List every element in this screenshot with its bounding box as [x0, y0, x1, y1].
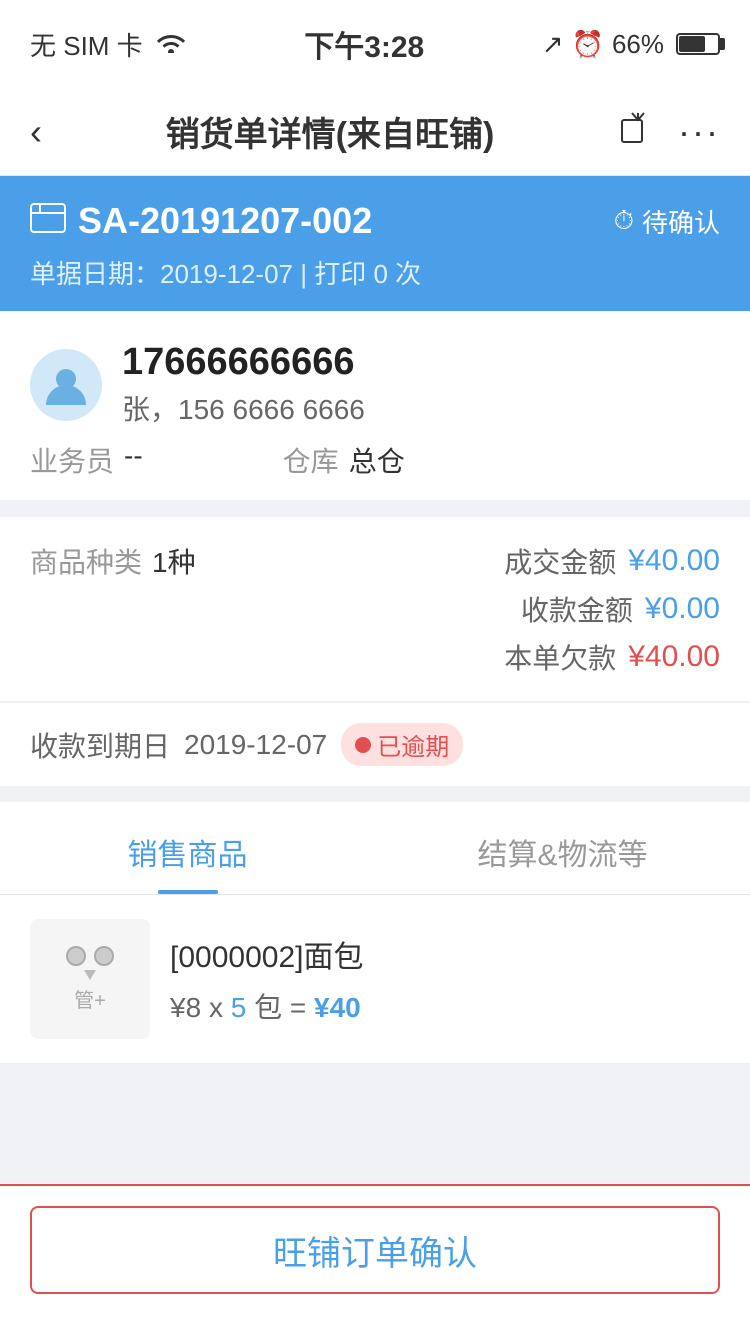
more-icon[interactable]: ···	[678, 111, 720, 153]
amount-value: ¥40.00	[628, 544, 720, 578]
table-row: 管+ [0000002]面包 ¥8 x 5 包 = ¥40	[0, 895, 750, 1064]
overdue-text: 已逾期	[377, 727, 449, 762]
sales-value: --	[124, 440, 143, 480]
price-times: x	[209, 992, 231, 1023]
order-id-section: SA-20191207-002	[30, 200, 372, 242]
unit-value: 包	[254, 992, 282, 1023]
due-date-value: 2019-12-07	[184, 729, 327, 761]
order-status: ⏱ 待确认	[614, 203, 720, 240]
status-left: 无 SIM 卡	[30, 26, 187, 63]
owl-right-eye	[94, 946, 114, 966]
battery-icon	[676, 33, 720, 55]
wifi-icon	[155, 29, 187, 60]
order-date: 单据日期：2019-12-07 | 打印 0 次	[30, 254, 720, 291]
owl-beak-icon	[84, 970, 96, 980]
page-title: 销货单详情(来自旺铺)	[166, 107, 495, 156]
nav-bar: ‹ 销货单详情(来自旺铺) ···	[0, 88, 750, 176]
quantity-value: 5	[231, 992, 247, 1023]
customer-meta: 业务员 -- 仓库 总仓	[30, 440, 720, 480]
status-text: 待确认	[642, 203, 720, 240]
product-name: [0000002]面包	[170, 932, 720, 976]
product-price: ¥8 x 5 包 = ¥40	[170, 986, 720, 1026]
total-value: ¥40	[314, 992, 361, 1023]
due-date-label: 收款到期日	[30, 725, 170, 765]
owed-label: 本单欠款	[504, 637, 616, 677]
owl-left-eye	[66, 946, 86, 966]
product-list: 管+ [0000002]面包 ¥8 x 5 包 = ¥40	[0, 895, 750, 1064]
owed-value: ¥40.00	[628, 640, 720, 674]
sales-label: 业务员	[30, 440, 114, 480]
warehouse-label: 仓库	[283, 440, 339, 480]
tabs-bar: 销售商品 结算&物流等	[0, 802, 750, 895]
received-label: 收款金额	[521, 589, 633, 629]
product-info: [0000002]面包 ¥8 x 5 包 = ¥40	[170, 932, 720, 1026]
customer-avatar	[30, 349, 102, 421]
amount-label: 成交金额	[504, 541, 616, 581]
overdue-badge: 已逾期	[341, 723, 463, 766]
equals-sign: =	[290, 992, 314, 1023]
back-button[interactable]: ‹	[30, 111, 42, 153]
customer-card: 17666666666 张，156 6666 6666 业务员 -- 仓库 总仓	[0, 311, 750, 500]
battery-percent: 66%	[612, 29, 664, 60]
type-label: 商品种类	[30, 541, 142, 581]
tabs-section: 销售商品 结算&物流等 管+ [0000002]面包 ¥8	[0, 802, 750, 1064]
share-icon[interactable]	[618, 110, 654, 154]
customer-phone: 17666666666	[122, 341, 365, 384]
received-value: ¥0.00	[645, 592, 720, 626]
tab-sales[interactable]: 销售商品	[0, 802, 375, 894]
product-type-row: 商品种类 1种	[30, 541, 196, 581]
summary-card: 商品种类 1种 成交金额 ¥40.00 收款金额 ¥0.00 本单欠款 ¥40.…	[0, 517, 750, 701]
amount-summary: 成交金额 ¥40.00 收款金额 ¥0.00 本单欠款 ¥40.00	[504, 541, 720, 677]
owl-text: 管+	[74, 984, 106, 1013]
nav-actions: ···	[618, 110, 720, 154]
clock-icon: ⏱	[614, 205, 634, 237]
customer-info: 17666666666 张，156 6666 6666	[122, 341, 365, 428]
status-right: ↗ ⏰ 66%	[542, 29, 720, 60]
order-id-text: SA-20191207-002	[78, 200, 372, 242]
price-value: ¥8	[170, 992, 201, 1023]
overdue-dot-icon	[355, 737, 371, 753]
customer-name: 张，156 6666 6666	[122, 388, 365, 428]
warehouse-value: 总仓	[349, 440, 405, 480]
carrier-text: 无 SIM 卡	[30, 26, 143, 63]
order-icon	[30, 200, 66, 242]
bottom-bar: 旺铺订单确认	[0, 1184, 750, 1334]
tab-settlement[interactable]: 结算&物流等	[375, 802, 750, 894]
status-bar: 无 SIM 卡 下午3:28 ↗ ⏰ 66%	[0, 0, 750, 88]
order-header: SA-20191207-002 ⏱ 待确认 单据日期：2019-12-07 | …	[0, 176, 750, 311]
confirm-order-button[interactable]: 旺铺订单确认	[30, 1206, 720, 1294]
location-icon: ↗	[542, 29, 564, 60]
due-date-row: 收款到期日 2019-12-07 已逾期	[0, 702, 750, 786]
alarm-icon: ⏰	[572, 29, 604, 60]
type-value: 1种	[152, 541, 196, 581]
product-thumbnail: 管+	[66, 946, 114, 1013]
status-time: 下午3:28	[304, 22, 424, 66]
product-image: 管+	[30, 919, 150, 1039]
